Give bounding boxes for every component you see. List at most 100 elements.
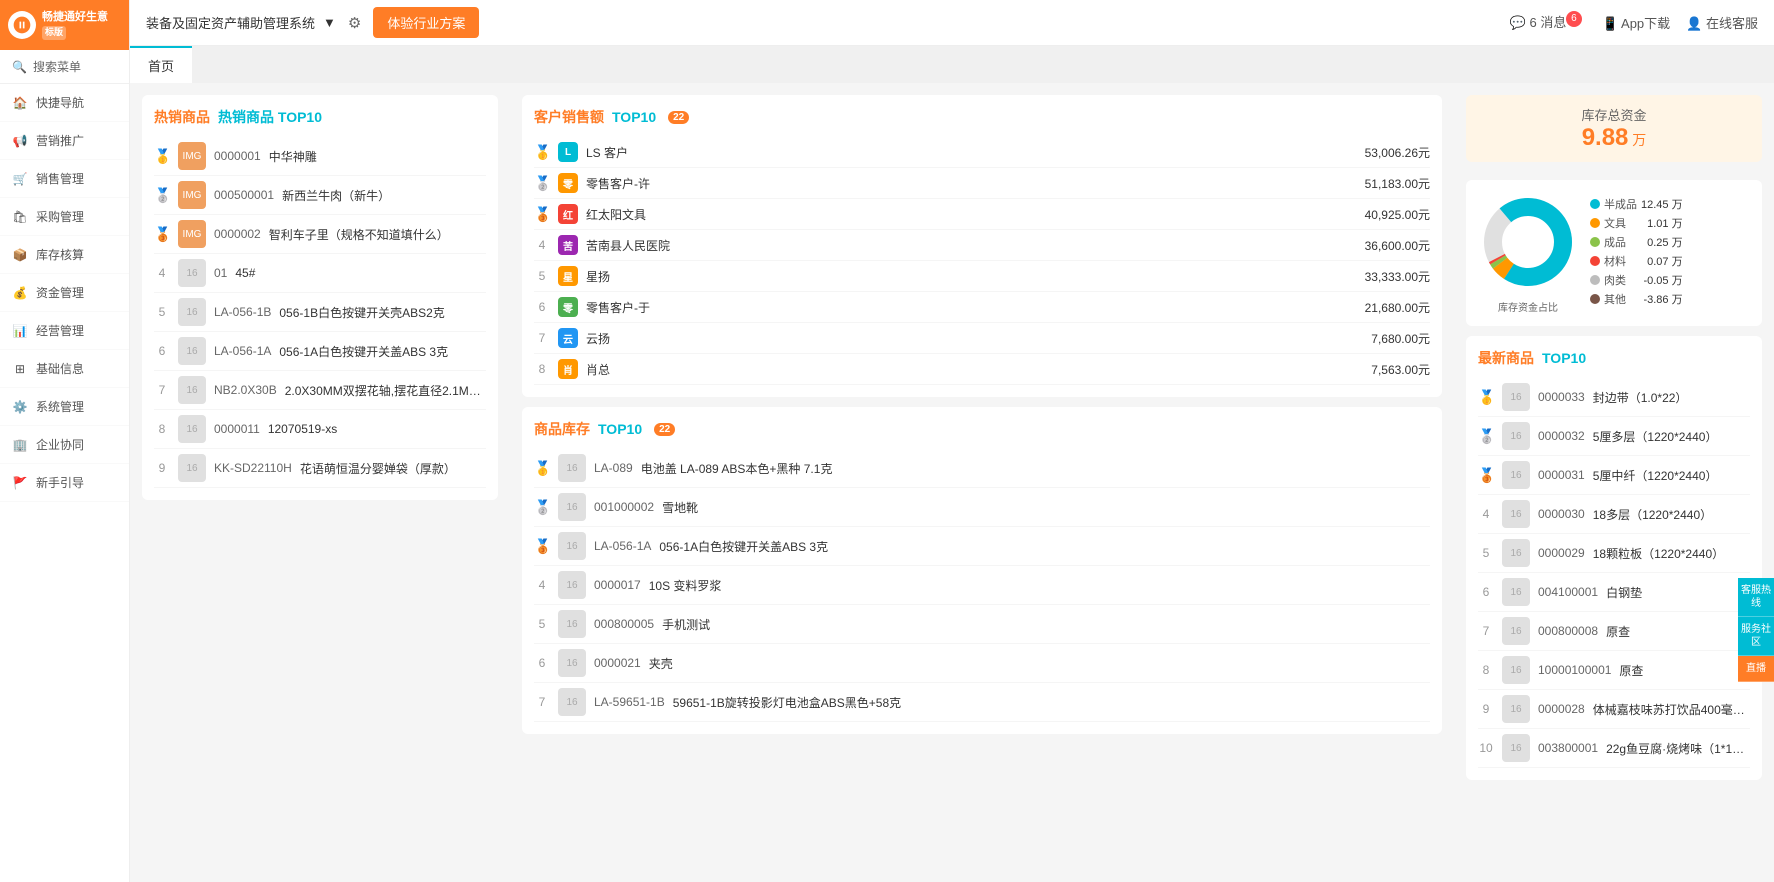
legend-dot [1590, 218, 1600, 228]
product-thumb: 16 [1502, 578, 1530, 606]
product-thumb: 16 [178, 337, 206, 365]
product-name: 白钢垫 [1606, 584, 1750, 601]
rank-number: 7 [1478, 624, 1494, 638]
inventory-label: 库存总资金 [1476, 105, 1752, 124]
list-item: 10 16 003800001 22g鱼豆腐·烧烤味（1*12*20） [1478, 729, 1750, 768]
rank-number: 6 [1478, 585, 1494, 599]
table-row: 🥉 红 红太阳文具 40,925.00元 [534, 199, 1430, 230]
legend-value: 12.45 万 [1641, 196, 1683, 212]
grid-icon: ⊞ [12, 361, 28, 377]
avatar: 红 [558, 204, 578, 224]
right-panel: 库存总资金 9.88 万 [1454, 83, 1774, 882]
rank-number: 4 [1478, 507, 1494, 521]
list-item: 5 16 000800005 手机测试 [534, 605, 1430, 644]
product-code: 000500001 [214, 188, 274, 202]
wallet-icon: 💰 [12, 285, 28, 301]
list-item: 4 16 0000030 18多层（1220*2440） [1478, 495, 1750, 534]
list-item: 5 16 LA-056-1B 056-1B白色按键开关壳ABS2克 [154, 293, 486, 332]
product-thumb: 16 [178, 454, 206, 482]
sidebar-item-finance[interactable]: 💰 资金管理 [0, 274, 129, 312]
product-code: LA-089 [594, 461, 633, 475]
sidebar-item-enterprise[interactable]: 🏢 企业协同 [0, 426, 129, 464]
app-download-btn[interactable]: 📱 App下载 [1602, 13, 1670, 32]
product-name: 5厘中纤（1220*2440） [1593, 467, 1750, 484]
legend-dot [1590, 294, 1600, 304]
table-row: 5 星 星扬 33,333.00元 [534, 261, 1430, 292]
product-thumb: 16 [1502, 539, 1530, 567]
legend-name: 材料 [1604, 253, 1643, 269]
trial-button[interactable]: 体验行业方案 [373, 7, 479, 38]
sidebar-item-system[interactable]: ⚙️ 系统管理 [0, 388, 129, 426]
product-name: 59651-1B旋转投影灯电池盒ABS黑色+58克 [673, 694, 1430, 711]
notification-badge: 6 [1566, 11, 1582, 27]
home-icon: 🏠 [12, 95, 28, 111]
rank-number: 5 [154, 305, 170, 319]
rank-number: 4 [534, 238, 550, 252]
rank-number: 10 [1478, 741, 1494, 755]
legend-name: 半成品 [1604, 196, 1637, 212]
list-item: 4 16 0000017 10S 变料罗浆 [534, 566, 1430, 605]
list-item: 🥈 IMG 000500001 新西兰牛肉（新牛） [154, 176, 486, 215]
sidebar-item-purchase[interactable]: 🛍 采购管理 [0, 198, 129, 236]
system-selector[interactable]: 装备及固定资产辅助管理系统 ▼ [146, 13, 336, 32]
chart-icon: 📊 [12, 323, 28, 339]
product-name: 电池盖 LA-089 ABS本色+黑种 7.1克 [641, 460, 1430, 477]
product-name: 18颗粒板（1220*2440） [1593, 545, 1750, 562]
product-name: 056-1B白色按键开关壳ABS2克 [279, 304, 486, 321]
product-code: LA-59651-1B [594, 695, 665, 709]
list-item: 7 16 NB2.0X30B 2.0X30MM双摆花轴,摆花直径2.1MM/RO… [154, 371, 486, 410]
customer-name: LS 客户 [586, 144, 1357, 161]
customer-name: 肖总 [586, 361, 1363, 378]
product-code: 001000002 [594, 500, 654, 514]
sidebar-item-guide[interactable]: 🚩 新手引导 [0, 464, 129, 502]
inventory-subtitle: 库存资金占比 [1478, 299, 1578, 314]
list-item: 🥈 16 0000032 5厘多层（1220*2440） [1478, 417, 1750, 456]
rank-number: 8 [154, 422, 170, 436]
list-item: 7 16 000800008 原查 [1478, 612, 1750, 651]
product-thumb: 16 [1502, 500, 1530, 528]
online-service-btn[interactable]: 👤 在线客服 [1686, 13, 1758, 32]
legend-dot [1590, 275, 1600, 285]
sidebar-item-marketing[interactable]: 📢 营销推广 [0, 122, 129, 160]
tab-home[interactable]: 首页 [130, 46, 192, 83]
table-row: 7 云 云扬 7,680.00元 [534, 323, 1430, 354]
sidebar-item-basic-info[interactable]: ⊞ 基础信息 [0, 350, 129, 388]
service-community-btn[interactable]: 服务社区 [1738, 617, 1774, 656]
rank-number: 9 [154, 461, 170, 475]
sidebar-item-sales[interactable]: 🛒 销售管理 [0, 160, 129, 198]
avatar: L [558, 142, 578, 162]
content-area: 热销商品 热销商品 TOP10 🥇 IMG 0000001 中华神雕 🥈 IMG… [130, 83, 1774, 882]
product-code: 004100001 [1538, 585, 1598, 599]
product-thumb: 16 [1502, 695, 1530, 723]
sidebar-item-quick-nav[interactable]: 🏠 快捷导航 [0, 84, 129, 122]
left-panel: 热销商品 热销商品 TOP10 🥇 IMG 0000001 中华神雕 🥈 IMG… [130, 83, 510, 882]
logo-icon [8, 11, 36, 39]
rank-number: 5 [1478, 546, 1494, 560]
product-name: 10S 变料罗浆 [649, 577, 1430, 594]
product-thumb: 16 [558, 532, 586, 560]
product-name: 新西兰牛肉（新牛） [282, 187, 486, 204]
customer-amount: 40,925.00元 [1365, 206, 1430, 223]
new-products-list: 🥇 16 0000033 封边带（1.0*22） 🥈 16 0000032 5厘… [1478, 378, 1750, 768]
inventory-unit: 万 [1632, 132, 1646, 148]
avatar: 云 [558, 328, 578, 348]
list-item: 🥈 16 001000002 雪地靴 [534, 488, 1430, 527]
notification-btn[interactable]: 💬 6 消息 6 [1510, 12, 1586, 33]
product-name: 5厘多层（1220*2440） [1593, 428, 1750, 445]
gear-icon[interactable]: ⚙ [348, 14, 361, 32]
customer-ranking-card: 客户销售额 TOP10 22 🥇 L LS 客户 53,006.26元 🥈 零 … [522, 95, 1442, 397]
customer-service-btn[interactable]: 客服热线 [1738, 578, 1774, 617]
dropdown-icon[interactable]: ▼ [323, 15, 336, 30]
legend-name: 其他 [1604, 291, 1639, 307]
legend-value: 1.01 万 [1647, 215, 1682, 231]
legend-dot [1590, 256, 1600, 266]
sidebar-item-operations[interactable]: 📊 经营管理 [0, 312, 129, 350]
product-thumb: 16 [178, 415, 206, 443]
sidebar-item-inventory[interactable]: 📦 库存核算 [0, 236, 129, 274]
rank-number: 🥇 [154, 148, 170, 165]
product-thumb: 16 [1502, 383, 1530, 411]
search-menu[interactable]: 🔍 搜索菜单 [0, 50, 129, 84]
live-stream-btn[interactable]: 直播 [1738, 656, 1774, 682]
list-item: 8 16 0000011 12070519-xs [154, 410, 486, 449]
list-item: 🥇 16 0000033 封边带（1.0*22） [1478, 378, 1750, 417]
